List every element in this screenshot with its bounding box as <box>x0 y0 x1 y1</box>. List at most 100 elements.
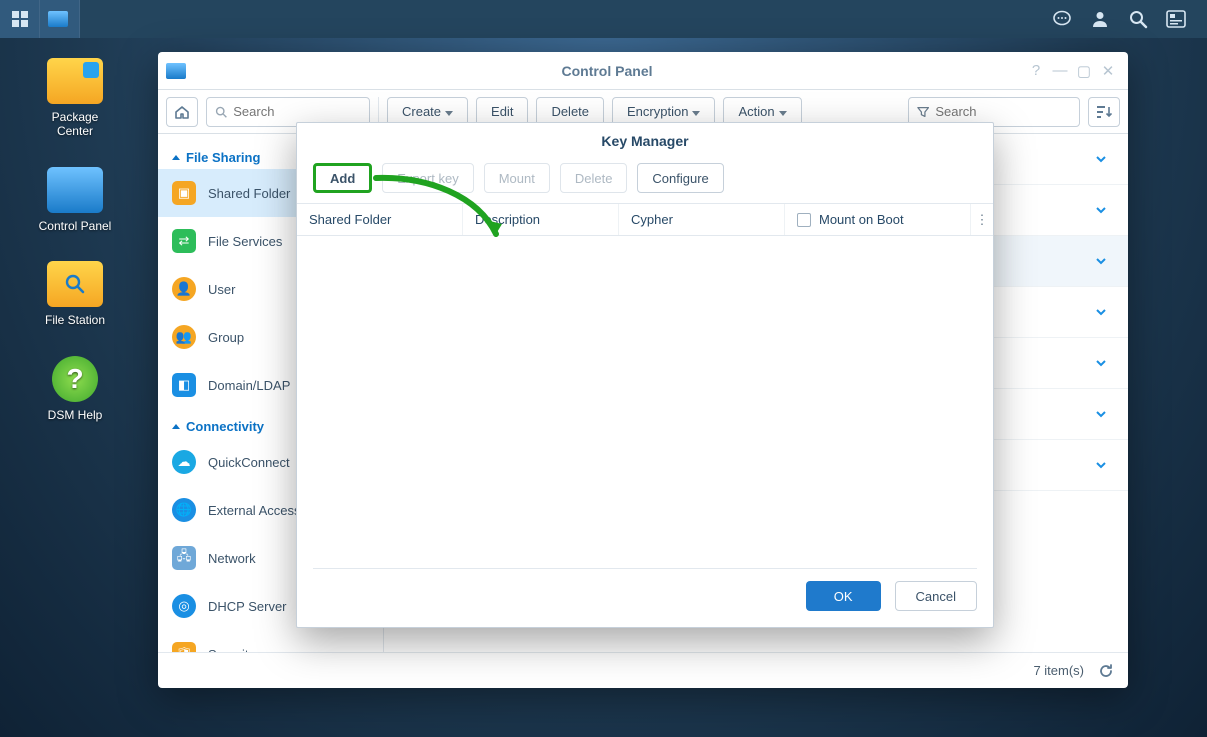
separator <box>313 568 977 569</box>
sidebar-item-security[interactable]: 🛡Security <box>158 630 383 652</box>
caret-down-icon <box>779 104 787 119</box>
configure-button[interactable]: Configure <box>637 163 723 193</box>
window-app-icon <box>166 63 186 79</box>
window-help-button[interactable]: ? <box>1024 59 1048 83</box>
button-label: Encryption <box>627 104 688 119</box>
home-button[interactable] <box>166 97 198 127</box>
desktop-item-dsm-help[interactable]: ? DSM Help <box>0 356 150 422</box>
col-cypher[interactable]: Cypher <box>619 204 785 235</box>
folder-icon: ▣ <box>172 181 196 205</box>
window-title: Control Panel <box>190 63 1024 79</box>
km-table-body <box>297 236 993 568</box>
chat-icon <box>1052 9 1072 29</box>
search-icon <box>215 105 227 119</box>
col-mount-on-boot[interactable]: Mount on Boot <box>785 204 971 235</box>
button-label: Add <box>330 171 355 186</box>
network-icon: 🖧 <box>172 546 196 570</box>
delete-button[interactable]: Delete <box>560 163 628 193</box>
km-table-header: Shared Folder Description Cypher Mount o… <box>297 203 993 236</box>
dialog-title: Key Manager <box>297 123 993 157</box>
cancel-button[interactable]: Cancel <box>895 581 977 611</box>
desktop-item-control-panel[interactable]: Control Panel <box>0 167 150 233</box>
sidebar-item-label: QuickConnect <box>208 455 290 470</box>
home-icon <box>174 104 190 120</box>
cp-search-input[interactable] <box>233 104 361 119</box>
sort-button[interactable] <box>1088 97 1120 127</box>
sidebar-item-label: External Access <box>208 503 301 518</box>
taskbar <box>0 0 1207 38</box>
search-icon <box>1128 9 1148 29</box>
user-icon: 👤 <box>172 277 196 301</box>
km-footer: OK Cancel <box>297 581 993 627</box>
user-icon <box>1090 9 1110 29</box>
desktop-item-package-center[interactable]: Package Center <box>0 58 150 139</box>
cp-filter-input[interactable] <box>935 104 1071 119</box>
cp-footer: 7 item(s) <box>158 652 1128 688</box>
col-shared-folder[interactable]: Shared Folder <box>297 204 463 235</box>
magnifier-icon <box>64 273 86 295</box>
taskbar-widgets-icon[interactable] <box>1159 0 1193 38</box>
taskbar-chat-icon[interactable] <box>1045 0 1079 38</box>
window-close-button[interactable]: ✕ <box>1096 59 1120 83</box>
controlpanel-icon <box>48 11 68 27</box>
sidebar-item-label: DHCP Server <box>208 599 287 614</box>
button-label: Create <box>402 104 441 119</box>
sort-icon <box>1096 105 1112 119</box>
chevron-down-icon <box>1094 407 1108 421</box>
button-label: Mount <box>499 171 535 186</box>
col-label: Mount on Boot <box>819 212 904 227</box>
taskbar-menu-button[interactable] <box>0 0 40 38</box>
button-label: Cancel <box>916 589 956 604</box>
package-center-icon <box>47 58 103 104</box>
desktop-item-label: Control Panel <box>39 219 112 233</box>
sidebar-item-label: File Services <box>208 234 282 249</box>
window-maximize-button[interactable]: ▢ <box>1072 59 1096 83</box>
column-menu-button[interactable]: ⋮ <box>971 204 993 235</box>
add-button[interactable]: Add <box>313 163 372 193</box>
sidebar-item-label: Network <box>208 551 256 566</box>
col-description[interactable]: Description <box>463 204 619 235</box>
domain-icon: ◧ <box>172 373 196 397</box>
window-minimize-button[interactable]: — <box>1048 59 1072 83</box>
services-icon: ⇄ <box>172 229 196 253</box>
sidebar-item-label: Group <box>208 330 244 345</box>
refresh-button[interactable] <box>1098 663 1114 679</box>
globe-icon: 🌐 <box>172 498 196 522</box>
button-label: Edit <box>491 104 513 119</box>
sidebar-item-label: User <box>208 282 235 297</box>
caret-down-icon <box>692 104 700 119</box>
cloud-icon: ☁ <box>172 450 196 474</box>
refresh-icon <box>1098 663 1114 679</box>
button-label: Delete <box>551 104 589 119</box>
dhcp-icon: ◎ <box>172 594 196 618</box>
chevron-down-icon <box>1094 356 1108 370</box>
taskbar-search-icon[interactable] <box>1121 0 1155 38</box>
ok-button[interactable]: OK <box>806 581 881 611</box>
button-label: Action <box>738 104 774 119</box>
export-key-button[interactable]: Export key <box>382 163 473 193</box>
desktop: Package Center Control Panel File Statio… <box>0 38 150 450</box>
file-station-icon <box>47 261 103 307</box>
checkbox[interactable] <box>797 213 811 227</box>
chevron-down-icon <box>1094 152 1108 166</box>
desktop-item-label: DSM Help <box>48 408 103 422</box>
taskbar-user-icon[interactable] <box>1083 0 1117 38</box>
chevron-down-icon <box>1094 305 1108 319</box>
group-icon: 👥 <box>172 325 196 349</box>
desktop-item-label: Package Center <box>52 110 99 139</box>
window-titlebar: Control Panel ? — ▢ ✕ <box>158 52 1128 90</box>
taskbar-app-controlpanel[interactable] <box>40 0 80 38</box>
control-panel-icon <box>47 167 103 213</box>
item-count: 7 item(s) <box>1033 663 1084 678</box>
km-toolbar: Add Export key Mount Delete Configure <box>297 157 993 203</box>
button-label: OK <box>834 589 853 604</box>
sidebar-item-label: Shared Folder <box>208 186 290 201</box>
grid-icon <box>11 10 29 28</box>
filter-icon <box>917 105 929 119</box>
widgets-icon <box>1166 10 1186 28</box>
mount-button[interactable]: Mount <box>484 163 550 193</box>
caret-down-icon <box>445 104 453 119</box>
button-label: Configure <box>652 171 708 186</box>
desktop-item-file-station[interactable]: File Station <box>0 261 150 327</box>
sidebar-item-label: Domain/LDAP <box>208 378 290 393</box>
